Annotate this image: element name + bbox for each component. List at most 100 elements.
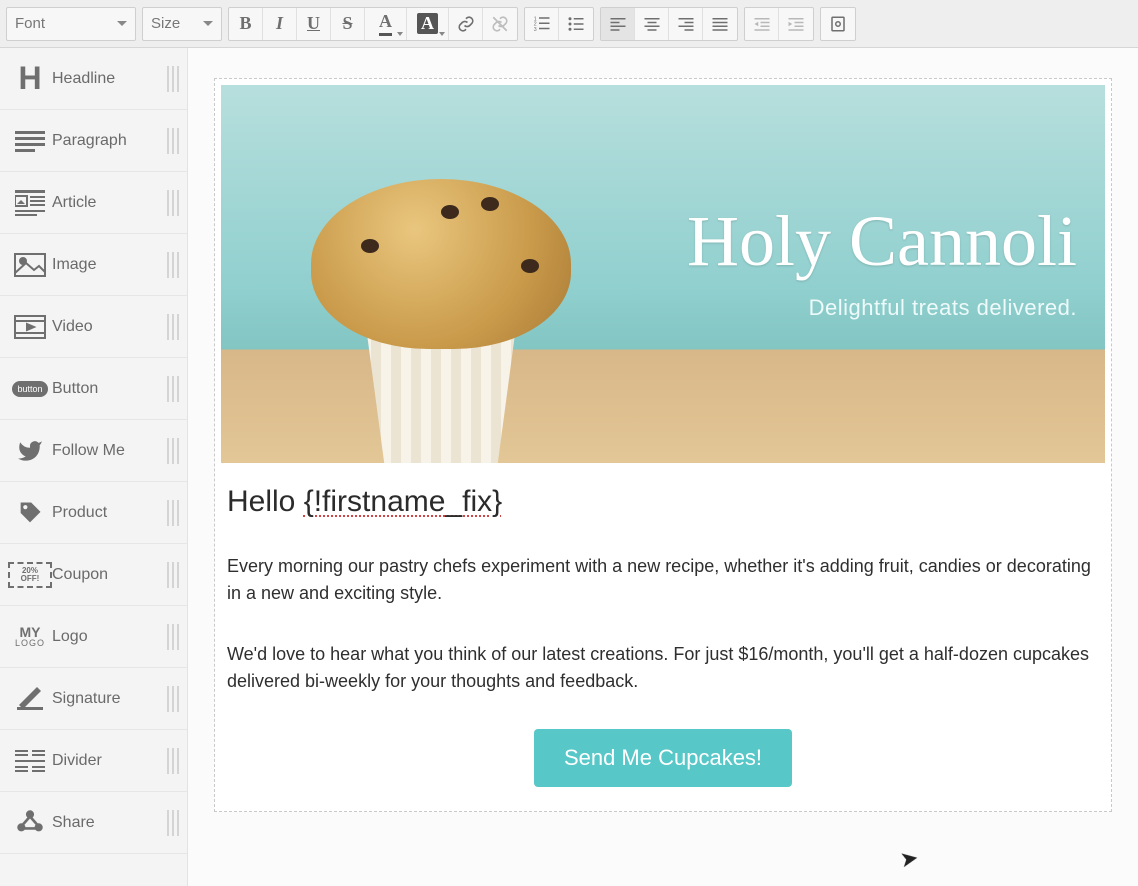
paragraph-1[interactable]: Every morning our pastry chefs experimen… [227, 553, 1099, 607]
bold-button[interactable]: B [229, 8, 263, 40]
drag-handle-icon [167, 252, 179, 278]
logo-icon: MY LOGO [8, 625, 52, 648]
drag-handle-icon [167, 438, 179, 464]
sidebar-item-label: Button [52, 380, 167, 398]
sidebar-item-label: Image [52, 256, 167, 274]
workspace: H Headline Paragraph Article Image [0, 48, 1138, 886]
bg-color-button[interactable]: A [407, 8, 449, 40]
unlink-button[interactable] [483, 8, 517, 40]
font-select[interactable]: Font [6, 7, 136, 41]
drag-handle-icon [167, 190, 179, 216]
size-select[interactable]: Size [142, 7, 222, 41]
sidebar-item-label: Article [52, 194, 167, 212]
align-center-icon [643, 15, 661, 33]
text-color-icon: A [379, 11, 392, 36]
sidebar-item-image[interactable]: Image [0, 234, 187, 296]
sidebar-item-headline[interactable]: H Headline [0, 48, 187, 110]
sidebar-item-label: Product [52, 504, 167, 522]
sidebar-item-label: Video [52, 318, 167, 336]
sidebar-item-followme[interactable]: Follow Me [0, 420, 187, 482]
indent-group [744, 7, 814, 41]
sidebar-item-paragraph[interactable]: Paragraph [0, 110, 187, 172]
italic-button[interactable]: I [263, 8, 297, 40]
unordered-list-icon [567, 15, 585, 33]
tag-icon [8, 499, 52, 527]
paragraph-icon [8, 129, 52, 153]
ordered-list-button[interactable]: 123 [525, 8, 559, 40]
bg-color-icon: A [417, 13, 438, 34]
align-justify-button[interactable] [703, 8, 737, 40]
sidebar-item-logo[interactable]: MY LOGO Logo [0, 606, 187, 668]
chevron-down-icon [439, 32, 445, 36]
underline-button[interactable]: U [297, 8, 331, 40]
sidebar-item-share[interactable]: Share [0, 792, 187, 854]
share-icon [8, 810, 52, 836]
strikethrough-icon: S [342, 13, 352, 34]
email-canvas[interactable]: Holy Cannoli Delightful treats delivered… [214, 78, 1112, 812]
unlink-icon [491, 15, 509, 33]
alignment-group [600, 7, 738, 41]
source-button[interactable] [821, 8, 855, 40]
email-body[interactable]: Hello {!firstname_fix} Every morning our… [221, 463, 1105, 805]
sidebar-item-coupon[interactable]: 20% OFF! Coupon [0, 544, 187, 606]
text-style-group: B I U S A A [228, 7, 518, 41]
greeting-prefix: Hello [227, 485, 304, 518]
paragraph-2[interactable]: We'd love to hear what you think of our … [227, 641, 1099, 695]
sidebar-item-article[interactable]: Article [0, 172, 187, 234]
chevron-down-icon [117, 21, 127, 26]
ordered-list-icon: 123 [533, 15, 551, 33]
indent-button[interactable] [779, 8, 813, 40]
divider-icon [8, 750, 52, 772]
hero-image-block[interactable]: Holy Cannoli Delightful treats delivered… [221, 85, 1105, 463]
align-center-button[interactable] [635, 8, 669, 40]
drag-handle-icon [167, 748, 179, 774]
sidebar-item-label: Paragraph [52, 132, 167, 150]
component-sidebar: H Headline Paragraph Article Image [0, 48, 188, 886]
twitter-icon [8, 438, 52, 464]
link-button[interactable] [449, 8, 483, 40]
merge-token: {!firstname_fix} [304, 485, 502, 518]
hero-text: Holy Cannoli Delightful treats delivered… [687, 205, 1077, 321]
hero-brand: Holy Cannoli [687, 205, 1077, 277]
drag-handle-icon [167, 686, 179, 712]
sidebar-item-label: Headline [52, 70, 167, 88]
drag-handle-icon [167, 624, 179, 650]
sidebar-item-label: Share [52, 814, 167, 832]
drag-handle-icon [167, 314, 179, 340]
drag-handle-icon [167, 500, 179, 526]
outdent-icon [753, 15, 771, 33]
align-left-button[interactable] [601, 8, 635, 40]
sidebar-item-label: Coupon [52, 566, 167, 584]
cta-container: Send Me Cupcakes! [227, 729, 1099, 787]
sidebar-item-divider[interactable]: Divider [0, 730, 187, 792]
align-right-icon [677, 15, 695, 33]
strikethrough-button[interactable]: S [331, 8, 365, 40]
image-icon [8, 253, 52, 277]
drag-handle-icon [167, 376, 179, 402]
text-color-button[interactable]: A [365, 8, 407, 40]
formatting-toolbar: Font Size B I U S A A [0, 0, 1138, 48]
document-icon [829, 15, 847, 33]
sidebar-item-button[interactable]: button Button [0, 358, 187, 420]
article-icon [8, 190, 52, 216]
drag-handle-icon [167, 66, 179, 92]
chevron-down-icon [397, 32, 403, 36]
drag-handle-icon [167, 128, 179, 154]
hero-tagline: Delightful treats delivered. [687, 295, 1077, 321]
sidebar-item-label: Signature [52, 690, 167, 708]
headline-icon: H [8, 60, 52, 97]
greeting-heading[interactable]: Hello {!firstname_fix} [227, 485, 1099, 519]
coupon-icon: 20% OFF! [8, 562, 52, 588]
outdent-button[interactable] [745, 8, 779, 40]
sidebar-item-signature[interactable]: Signature [0, 668, 187, 730]
cta-button[interactable]: Send Me Cupcakes! [534, 729, 792, 787]
sidebar-item-video[interactable]: Video [0, 296, 187, 358]
align-right-button[interactable] [669, 8, 703, 40]
unordered-list-button[interactable] [559, 8, 593, 40]
chevron-down-icon [203, 21, 213, 26]
signature-icon [8, 685, 52, 713]
sidebar-item-label: Logo [52, 628, 167, 646]
underline-icon: U [307, 13, 320, 34]
sidebar-item-product[interactable]: Product [0, 482, 187, 544]
bold-icon: B [239, 13, 251, 34]
